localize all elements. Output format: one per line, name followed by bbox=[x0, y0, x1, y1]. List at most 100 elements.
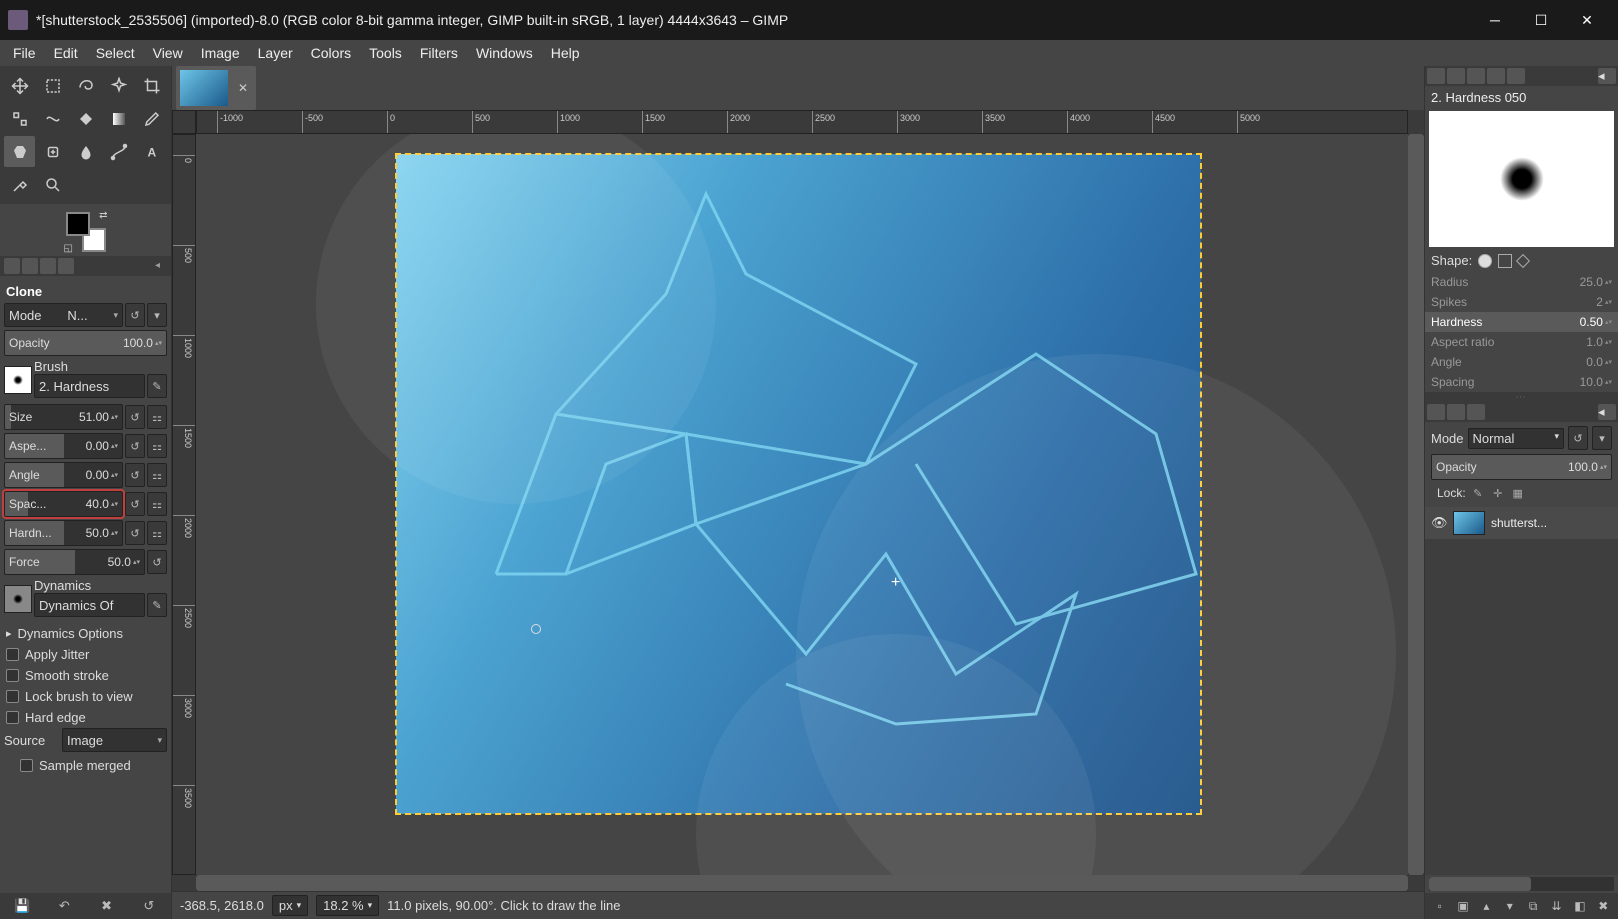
lock-alpha-icon[interactable]: ▦ bbox=[1510, 485, 1526, 501]
raise-layer-button[interactable]: ▴ bbox=[1477, 897, 1495, 915]
transform-tool[interactable] bbox=[4, 103, 35, 134]
size-reset-button[interactable]: ↺ bbox=[125, 405, 145, 429]
tab-fonts[interactable] bbox=[1467, 68, 1485, 84]
lower-layer-button[interactable]: ▾ bbox=[1501, 897, 1519, 915]
spinner-icon[interactable]: ▴▾ bbox=[155, 340, 162, 347]
visibility-icon[interactable]: 👁 bbox=[1431, 515, 1447, 531]
crop-tool[interactable] bbox=[136, 70, 167, 101]
tab-channels[interactable] bbox=[1447, 404, 1465, 420]
brush-hardness-prop[interactable]: Hardness0.50▴▾ bbox=[1425, 312, 1618, 332]
free-select-tool[interactable] bbox=[70, 70, 101, 101]
menu-file[interactable]: File bbox=[4, 42, 45, 64]
angle-reset-button[interactable]: ↺ bbox=[125, 463, 145, 487]
layer-mode-reset[interactable]: ↺ bbox=[1568, 426, 1588, 450]
lock-position-icon[interactable]: ✛ bbox=[1490, 485, 1506, 501]
hard-edge-checkbox[interactable] bbox=[6, 711, 19, 724]
swap-colors-icon[interactable]: ⇄ bbox=[99, 210, 107, 221]
aspect-link-button[interactable]: ⚏ bbox=[147, 434, 167, 458]
new-group-button[interactable]: ▣ bbox=[1454, 897, 1472, 915]
menu-layer[interactable]: Layer bbox=[249, 42, 302, 64]
zoom-select[interactable]: 18.2 %▾ bbox=[316, 895, 379, 916]
bucket-tool[interactable] bbox=[70, 103, 101, 134]
gradient-tool[interactable] bbox=[103, 103, 134, 134]
shape-diamond[interactable] bbox=[1516, 253, 1530, 267]
close-tab-icon[interactable]: ✕ bbox=[234, 81, 252, 95]
menu-tools[interactable]: Tools bbox=[360, 42, 411, 64]
tab-layers[interactable] bbox=[1427, 404, 1445, 420]
close-button[interactable]: ✕ bbox=[1564, 4, 1610, 36]
reset-options-button[interactable]: ↺ bbox=[140, 897, 158, 915]
tab-history[interactable] bbox=[1487, 68, 1505, 84]
unit-select[interactable]: px▾ bbox=[272, 895, 308, 916]
menu-help[interactable]: Help bbox=[542, 42, 589, 64]
angle-link-button[interactable]: ⚏ bbox=[147, 463, 167, 487]
spacing-reset-button[interactable]: ↺ bbox=[125, 492, 145, 516]
path-tool[interactable] bbox=[103, 136, 134, 167]
duplicate-layer-button[interactable]: ⧉ bbox=[1524, 897, 1542, 915]
canvas[interactable]: + bbox=[396, 154, 1201, 814]
tab-tool-options[interactable] bbox=[4, 258, 20, 274]
smudge-tool[interactable] bbox=[70, 136, 101, 167]
pencil-tool[interactable] bbox=[136, 103, 167, 134]
new-layer-button[interactable]: ▫ bbox=[1431, 897, 1449, 915]
scrollbar-horizontal[interactable] bbox=[196, 875, 1408, 891]
layers-tab-menu[interactable]: ◂ bbox=[1598, 404, 1616, 420]
ruler-vertical[interactable]: 0 500 1000 1500 2000 2500 3000 3500 bbox=[172, 134, 196, 875]
color-swatch[interactable]: ⇄ ◱ bbox=[66, 212, 106, 252]
foreground-color[interactable] bbox=[66, 212, 90, 236]
spacing-link-button[interactable]: ⚏ bbox=[147, 492, 167, 516]
size-link-button[interactable]: ⚏ bbox=[147, 405, 167, 429]
clone-tool[interactable] bbox=[4, 136, 35, 167]
hardness-slider[interactable]: Hardn...50.0▴▾ bbox=[4, 520, 123, 546]
hardness-reset-button[interactable]: ↺ bbox=[125, 521, 145, 545]
tab-images[interactable] bbox=[58, 258, 74, 274]
spacing-slider[interactable]: Spac...40.0▴▾ bbox=[4, 491, 123, 517]
tab-patterns[interactable] bbox=[1447, 68, 1465, 84]
minimize-button[interactable]: ─ bbox=[1472, 4, 1518, 36]
ruler-horizontal[interactable]: -1000 -500 0 500 1000 1500 2000 2500 300… bbox=[196, 110, 1408, 134]
aspect-reset-button[interactable]: ↺ bbox=[125, 434, 145, 458]
sample-merged-checkbox[interactable] bbox=[20, 759, 33, 772]
layer-opacity-slider[interactable]: Opacity 100.0 ▴▾ bbox=[1431, 454, 1612, 480]
layers-scrollbar[interactable] bbox=[1429, 877, 1614, 891]
mode-select[interactable]: Mode N... ▾ bbox=[4, 303, 123, 327]
delete-options-button[interactable]: ✖ bbox=[98, 897, 116, 915]
dynamics-select[interactable]: Dynamics Of bbox=[34, 593, 145, 617]
image-tab[interactable]: ✕ bbox=[176, 66, 256, 110]
menu-colors[interactable]: Colors bbox=[302, 42, 360, 64]
mask-layer-button[interactable]: ◧ bbox=[1571, 897, 1589, 915]
layer-mode-select[interactable]: Normal▾ bbox=[1468, 428, 1564, 449]
dynamics-edit-button[interactable]: ✎ bbox=[147, 593, 167, 617]
apply-jitter-checkbox[interactable] bbox=[6, 648, 19, 661]
default-colors-icon[interactable]: ◱ bbox=[64, 243, 73, 254]
brush-edit-button[interactable]: ✎ bbox=[147, 374, 167, 398]
angle-slider[interactable]: Angle0.00▴▾ bbox=[4, 462, 123, 488]
rect-select-tool[interactable] bbox=[37, 70, 68, 101]
color-picker-tool[interactable] bbox=[4, 169, 35, 200]
tab-menu-icon[interactable]: ◂ bbox=[155, 260, 167, 272]
brush-select[interactable]: 2. Hardness bbox=[34, 374, 145, 398]
opacity-slider[interactable]: Opacity 100.0 ▴▾ bbox=[4, 330, 167, 356]
nav-preview-button[interactable] bbox=[1408, 875, 1424, 891]
panel-grip[interactable]: ⋯ bbox=[1425, 392, 1618, 402]
aspect-slider[interactable]: Aspe...0.00▴▾ bbox=[4, 433, 123, 459]
menu-filters[interactable]: Filters bbox=[411, 42, 467, 64]
brush-large-preview[interactable] bbox=[1429, 111, 1614, 247]
ruler-corner[interactable] bbox=[172, 110, 196, 134]
lock-pixels-icon[interactable]: ✎ bbox=[1470, 485, 1486, 501]
force-reset-button[interactable]: ↺ bbox=[147, 550, 167, 574]
menu-select[interactable]: Select bbox=[87, 42, 144, 64]
move-tool[interactable] bbox=[4, 70, 35, 101]
menu-windows[interactable]: Windows bbox=[467, 42, 542, 64]
merge-layer-button[interactable]: ⇊ bbox=[1548, 897, 1566, 915]
mode-reset-button[interactable]: ↺ bbox=[125, 303, 145, 327]
tab-paths[interactable] bbox=[1467, 404, 1485, 420]
delete-layer-button[interactable]: ✖ bbox=[1594, 897, 1612, 915]
brush-preview[interactable] bbox=[4, 366, 32, 394]
force-slider[interactable]: Force50.0▴▾ bbox=[4, 549, 145, 575]
source-select[interactable]: Image▾ bbox=[62, 728, 167, 752]
menu-image[interactable]: Image bbox=[192, 42, 249, 64]
shape-circle[interactable] bbox=[1478, 254, 1492, 268]
maximize-button[interactable]: ☐ bbox=[1518, 4, 1564, 36]
menu-edit[interactable]: Edit bbox=[45, 42, 87, 64]
